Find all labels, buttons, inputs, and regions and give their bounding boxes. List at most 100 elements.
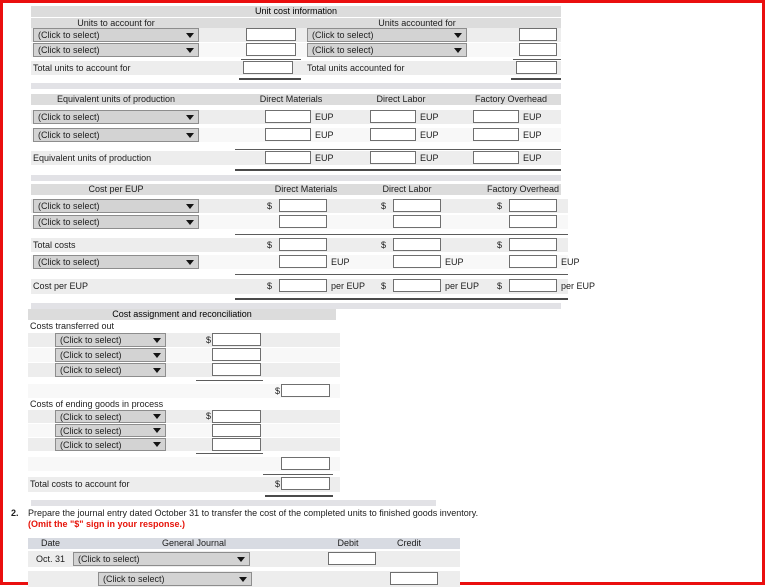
subtotal-rule <box>513 59 561 60</box>
eup-total-dl-input[interactable] <box>370 151 416 164</box>
dropdown-arrow-icon <box>186 132 194 138</box>
units-accounted-row2-input[interactable] <box>519 43 557 56</box>
per-eup-label: per EUP <box>561 281 596 291</box>
transferred-row3-input[interactable] <box>212 363 261 376</box>
dollar-sign: $ <box>275 386 281 396</box>
ending-row1-select[interactable]: (Click to select) <box>55 410 166 423</box>
eup-row1-fo-input[interactable] <box>473 110 519 123</box>
cost-row2-dl-input[interactable] <box>393 215 441 228</box>
eup-row1-dm-input[interactable] <box>265 110 311 123</box>
dollar-sign: $ <box>381 281 387 291</box>
col-factory-overhead: Factory Overhead <box>474 94 548 104</box>
dropdown-arrow-icon <box>237 556 245 562</box>
cost-row1-dm-input[interactable] <box>279 199 327 212</box>
journal-row1-debit-input[interactable] <box>328 552 376 565</box>
ending-subtotal-input[interactable] <box>281 457 330 470</box>
ending-row2-input[interactable] <box>212 424 261 437</box>
cost-row2-select[interactable]: (Click to select) <box>33 215 199 229</box>
ending-row1-input[interactable] <box>212 410 261 423</box>
cost-row1-dl-input[interactable] <box>393 199 441 212</box>
total-costs-row: Total costs $ $ $ <box>31 238 568 252</box>
total-costs-account-input[interactable] <box>281 477 330 490</box>
dollar-sign: $ <box>497 281 503 291</box>
journal-row1-date: Oct. 31 <box>36 554 66 564</box>
eup-total-label: Equivalent units of production <box>33 153 152 163</box>
eup-unit-label: EUP <box>331 257 350 267</box>
ending-row-3: (Click to select) <box>28 438 340 451</box>
eup-divisor-fo-input[interactable] <box>509 255 557 268</box>
total-costs-dm-input[interactable] <box>279 238 327 251</box>
units-to-account-row1-input[interactable] <box>246 28 296 41</box>
eup-total-dm-input[interactable] <box>265 151 311 164</box>
total-units-to-account-input[interactable] <box>243 61 293 74</box>
cost-row2-dm-input[interactable] <box>279 215 327 228</box>
dropdown-arrow-icon <box>153 414 161 419</box>
transferred-subtotal-input[interactable] <box>281 384 330 397</box>
eup-divisor-dm-input[interactable] <box>279 255 327 268</box>
question-text-black: Prepare the journal entry dated October … <box>28 508 479 518</box>
units-accounted-row2-select[interactable]: (Click to select) <box>307 43 467 57</box>
per-eup-label: per EUP <box>331 281 366 291</box>
dollar-sign: $ <box>275 479 281 489</box>
journal-col-debit: Debit <box>337 538 359 548</box>
cost-per-eup-header: Cost per EUP Direct Materials Direct Lab… <box>31 184 561 195</box>
journal-col-credit: Credit <box>396 538 421 548</box>
cost-per-eup-fo-input[interactable] <box>509 279 557 292</box>
units-accounted-row1-select[interactable]: (Click to select) <box>307 28 467 42</box>
total-rule <box>235 298 568 300</box>
dollar-sign: $ <box>267 201 273 211</box>
cost-row-1: (Click to select) $ $ $ <box>31 199 568 213</box>
units-to-account-row1-select[interactable]: (Click to select) <box>33 28 199 42</box>
dollar-sign: $ <box>267 281 273 291</box>
journal-row1-account-select[interactable]: (Click to select) <box>73 552 250 566</box>
transferred-row1-select[interactable]: (Click to select) <box>55 333 166 347</box>
ending-row3-input[interactable] <box>212 438 261 451</box>
eup-row2-select[interactable]: (Click to select) <box>33 128 199 142</box>
cost-per-eup-dl-input[interactable] <box>393 279 441 292</box>
select-label: (Click to select) <box>60 365 122 375</box>
journal-row2-account-select[interactable]: (Click to select) <box>98 572 252 586</box>
eup-row-2: (Click to select) EUP EUP EUP <box>31 128 561 142</box>
eup-row1-select[interactable]: (Click to select) <box>33 110 199 124</box>
transferred-row2-select[interactable]: (Click to select) <box>55 348 166 362</box>
total-costs-fo-input[interactable] <box>509 238 557 251</box>
eup-divisor-dl-input[interactable] <box>393 255 441 268</box>
cost-row2-fo-input[interactable] <box>509 215 557 228</box>
dropdown-arrow-icon <box>153 337 161 343</box>
cost-row1-select[interactable]: (Click to select) <box>33 199 199 213</box>
total-rule <box>511 78 561 80</box>
subtotal-rule <box>196 453 263 454</box>
dropdown-arrow-icon <box>186 203 194 209</box>
total-units-accounted-input[interactable] <box>516 61 557 74</box>
cost-per-eup-dm-input[interactable] <box>279 279 327 292</box>
select-label: (Click to select) <box>60 350 122 360</box>
total-costs-account-row: Total costs to account for $ <box>28 477 340 492</box>
transferred-row2-input[interactable] <box>212 348 261 361</box>
dropdown-arrow-icon <box>186 114 194 120</box>
total-rule <box>265 495 333 497</box>
units-to-account-row2-input[interactable] <box>246 43 296 56</box>
eup-divisor-select[interactable]: (Click to select) <box>33 255 199 269</box>
equivalent-units-title: Equivalent units of production <box>56 94 176 104</box>
ending-row3-select[interactable]: (Click to select) <box>55 438 166 451</box>
costs-transferred-out-label: Costs transferred out <box>30 321 115 331</box>
dropdown-arrow-icon <box>153 428 161 433</box>
ending-row2-select[interactable]: (Click to select) <box>55 424 166 437</box>
journal-row2-credit-input[interactable] <box>390 572 438 585</box>
units-accounted-row1-input[interactable] <box>519 28 557 41</box>
cost-row1-fo-input[interactable] <box>509 199 557 212</box>
eup-row2-fo-input[interactable] <box>473 128 519 141</box>
select-label: (Click to select) <box>38 45 100 55</box>
transferred-row3-select[interactable]: (Click to select) <box>55 363 166 377</box>
total-costs-dl-input[interactable] <box>393 238 441 251</box>
transferred-row1-input[interactable] <box>212 333 261 346</box>
eup-total-fo-input[interactable] <box>473 151 519 164</box>
eup-row2-dl-input[interactable] <box>370 128 416 141</box>
dropdown-arrow-icon <box>239 576 247 582</box>
units-to-account-row2-select[interactable]: (Click to select) <box>33 43 199 57</box>
eup-unit-label: EUP <box>315 112 334 122</box>
question-number: 2. <box>11 508 19 518</box>
select-label: (Click to select) <box>60 411 122 422</box>
eup-row2-dm-input[interactable] <box>265 128 311 141</box>
eup-row1-dl-input[interactable] <box>370 110 416 123</box>
